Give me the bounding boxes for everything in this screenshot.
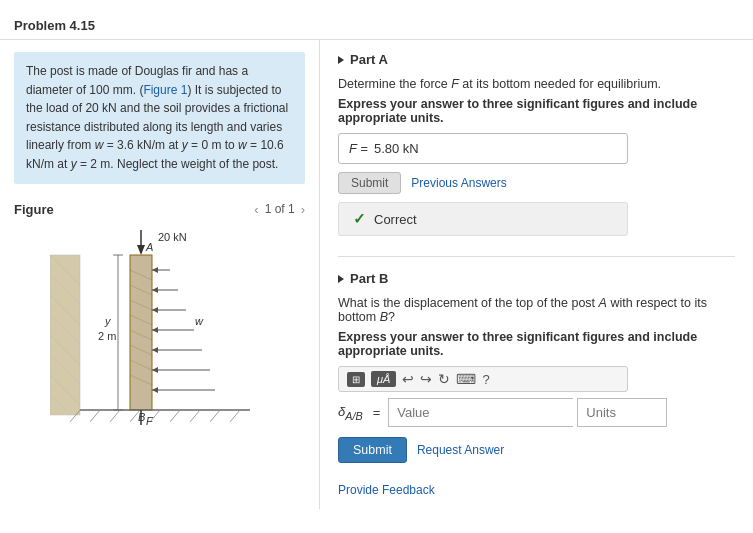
- svg-marker-25: [152, 327, 158, 333]
- toolbar-refresh-button[interactable]: ↻: [438, 371, 450, 387]
- figure-page: 1 of 1: [265, 202, 295, 216]
- next-figure-button[interactable]: ›: [301, 202, 305, 217]
- part-b-section: Part B What is the displacement of the t…: [338, 271, 735, 463]
- part-a-section: Part A Determine the force F at its bott…: [338, 52, 735, 236]
- toolbar-matrix-button[interactable]: ⊞: [347, 372, 365, 387]
- subscript-label: A/B: [345, 409, 362, 421]
- svg-text:F: F: [146, 415, 154, 425]
- part-a-header[interactable]: Part A: [338, 52, 735, 67]
- svg-marker-23: [152, 307, 158, 313]
- svg-text:A: A: [145, 241, 153, 253]
- section-divider: [338, 256, 735, 257]
- svg-line-50: [210, 410, 220, 422]
- svg-text:2 m: 2 m: [98, 330, 116, 342]
- svg-marker-29: [152, 367, 158, 373]
- svg-marker-31: [152, 387, 158, 393]
- diagram-svg: w y A 20 kN 2 m: [50, 225, 270, 425]
- request-answer-link[interactable]: Request Answer: [417, 443, 504, 457]
- figure-header: Figure ‹ 1 of 1 ›: [14, 202, 305, 217]
- svg-text:y: y: [104, 315, 112, 327]
- part-a-instruction: Express your answer to three significant…: [338, 97, 735, 125]
- part-b-btn-row: Submit Request Answer: [338, 437, 735, 463]
- part-a-description: Determine the force F at its bottom need…: [338, 77, 735, 91]
- svg-marker-27: [152, 347, 158, 353]
- units-input[interactable]: [577, 398, 667, 427]
- check-icon: ✓: [353, 210, 366, 228]
- svg-line-51: [230, 410, 240, 422]
- svg-line-49: [190, 410, 200, 422]
- svg-text:w: w: [195, 315, 204, 327]
- provide-feedback-link[interactable]: Provide Feedback: [338, 483, 735, 497]
- toolbar-mu-button[interactable]: μÅ: [371, 371, 396, 387]
- part-b-collapse-icon: [338, 275, 344, 283]
- figure-label: Figure: [14, 202, 54, 217]
- part-a-answer-box: F = 5.80 kN: [338, 133, 628, 164]
- toolbar-redo-button[interactable]: ↪: [420, 371, 432, 387]
- svg-line-44: [90, 410, 100, 422]
- figure-nav: ‹ 1 of 1 ›: [254, 202, 305, 217]
- formula-toolbar: ⊞ μÅ ↩ ↪ ↻ ⌨ ?: [338, 366, 628, 392]
- part-a-title: Part A: [350, 52, 388, 67]
- problem-title: Problem 4.15: [0, 10, 753, 39]
- prev-figure-button[interactable]: ‹: [254, 202, 258, 217]
- svg-rect-0: [50, 255, 80, 415]
- page: Problem 4.15 The post is made of Douglas…: [0, 0, 753, 533]
- part-b-title: Part B: [350, 271, 388, 286]
- figure-diagram: w y A 20 kN 2 m: [14, 225, 305, 425]
- part-b-input-row: δA/B =: [338, 398, 628, 427]
- part-a-btn-row: Submit Previous Answers: [338, 172, 735, 194]
- part-a-answer-label: F =: [349, 141, 368, 156]
- correct-label: Correct: [374, 212, 417, 227]
- info-box: The post is made of Douglas fir and has …: [14, 52, 305, 184]
- delta-label: δA/B: [338, 404, 363, 422]
- svg-text:20 kN: 20 kN: [158, 231, 187, 243]
- toolbar-keyboard-button[interactable]: ⌨: [456, 371, 476, 387]
- main-layout: The post is made of Douglas fir and has …: [0, 39, 753, 509]
- toolbar-undo-button[interactable]: ↩: [402, 371, 414, 387]
- part-a-answer-value: 5.80 kN: [374, 141, 419, 156]
- part-a-correct-box: ✓ Correct: [338, 202, 628, 236]
- part-b-submit-button[interactable]: Submit: [338, 437, 407, 463]
- toolbar-help-button[interactable]: ?: [482, 372, 489, 387]
- svg-marker-21: [152, 287, 158, 293]
- svg-marker-19: [152, 267, 158, 273]
- part-a-prev-answers-link[interactable]: Previous Answers: [411, 176, 506, 190]
- part-a-submit-button[interactable]: Submit: [338, 172, 401, 194]
- svg-marker-36: [137, 245, 145, 255]
- figure-link[interactable]: Figure 1: [143, 83, 187, 97]
- right-panel: Part A Determine the force F at its bott…: [320, 40, 753, 509]
- value-input[interactable]: [388, 398, 573, 427]
- equals-sign: =: [373, 405, 381, 420]
- svg-line-45: [110, 410, 120, 422]
- part-b-header[interactable]: Part B: [338, 271, 735, 286]
- part-a-collapse-icon: [338, 56, 344, 64]
- part-b-instruction: Express your answer to three significant…: [338, 330, 735, 358]
- part-b-description: What is the displacement of the top of t…: [338, 296, 735, 324]
- left-panel: The post is made of Douglas fir and has …: [0, 40, 320, 509]
- svg-line-48: [170, 410, 180, 422]
